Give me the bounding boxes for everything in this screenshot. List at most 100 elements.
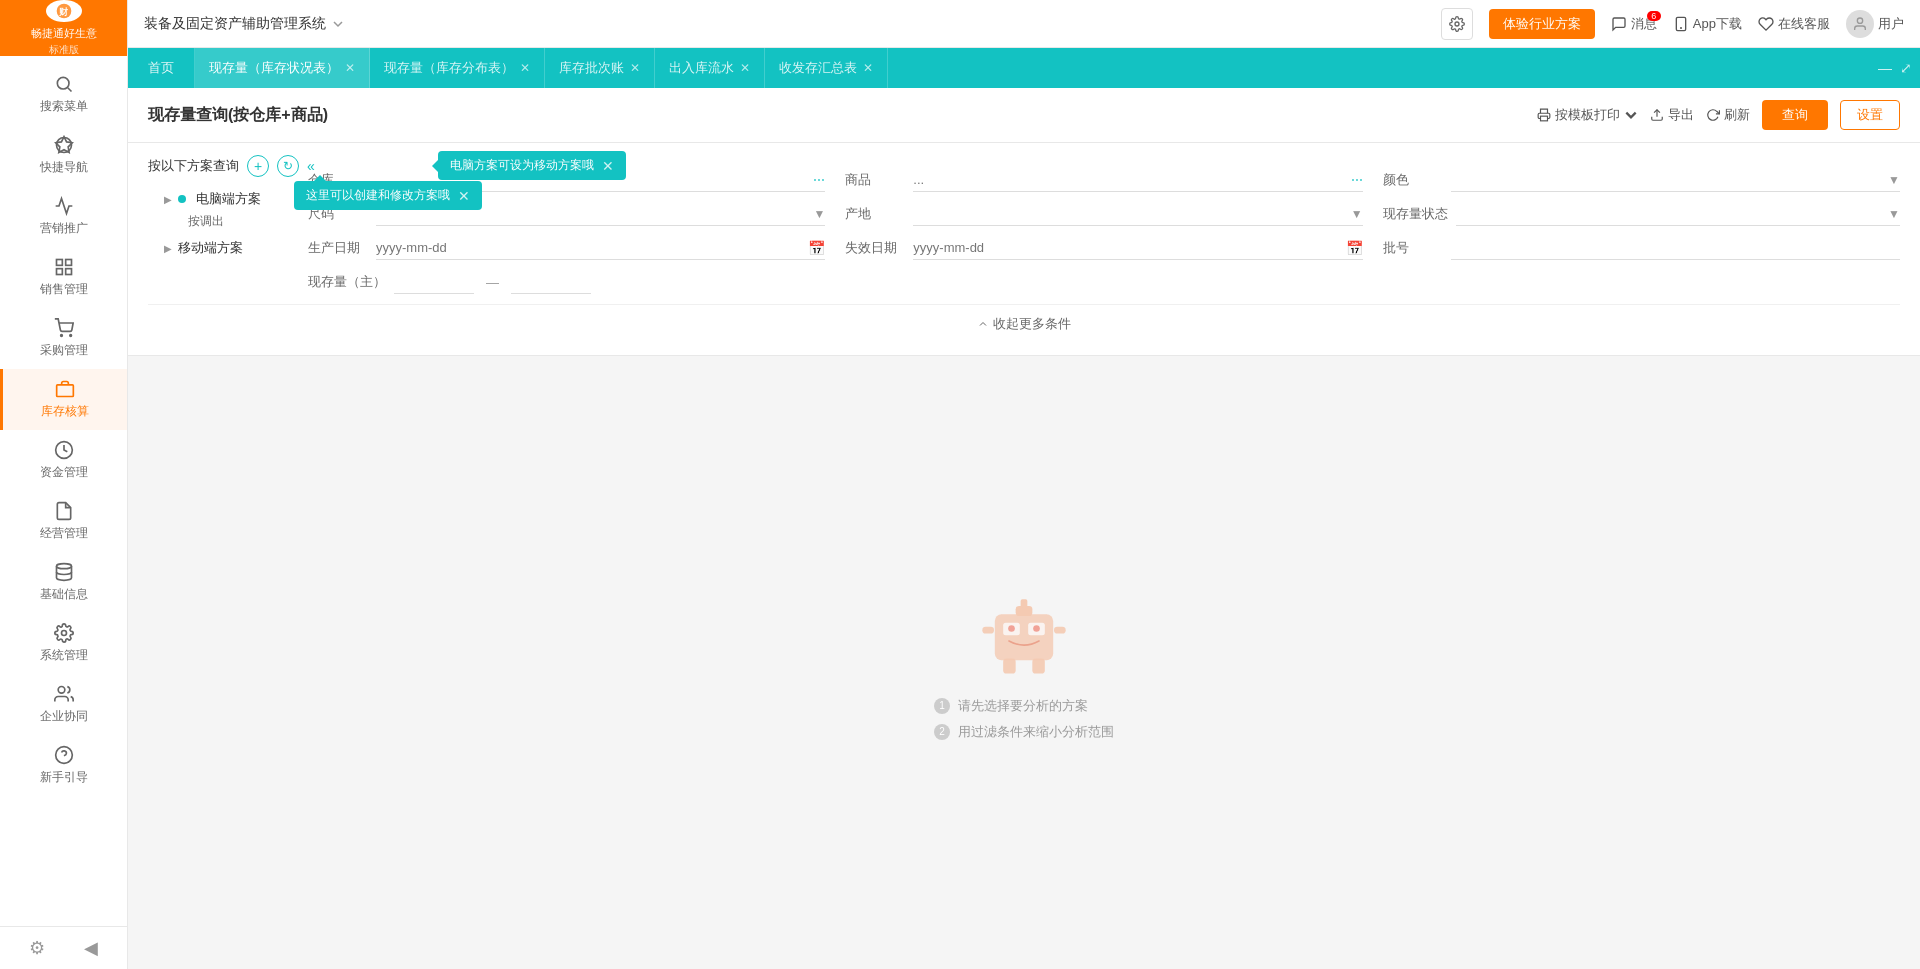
settings-query-button[interactable]: 设置 — [1840, 100, 1900, 130]
tab-home[interactable]: 首页 — [128, 48, 195, 88]
user-avatar — [1846, 10, 1874, 38]
filter-section: 电脑方案可设为移动方案哦 ✕ 这里可以创建和修改方案哦 ✕ 按以下方案查询 + … — [128, 143, 1920, 356]
svg-point-2 — [57, 77, 69, 89]
expand-icon: ▶ — [164, 243, 172, 254]
messages-button[interactable]: 消息 6 — [1611, 15, 1657, 33]
origin-dropdown-icon[interactable]: ▼ — [1351, 207, 1363, 221]
scheme-tooltip-close[interactable]: ✕ — [602, 158, 614, 174]
tab-batch-ledger[interactable]: 库存批次账 ✕ — [545, 48, 655, 88]
svg-rect-7 — [65, 260, 71, 266]
sidebar-item-sales[interactable]: 销售管理 — [0, 247, 127, 308]
produce-date-input[interactable] — [376, 236, 808, 259]
sidebar-item-basic[interactable]: 基础信息 — [0, 552, 127, 613]
page-header: 现存量查询(按仓库+商品) 按模板打印 导出 刷新 查 — [128, 88, 1920, 143]
collapse-icon[interactable]: ◀ — [84, 937, 98, 959]
create-tooltip: 这里可以创建和修改方案哦 ✕ — [294, 181, 482, 210]
sidebar-item-purchase[interactable]: 采购管理 — [0, 308, 127, 369]
settings-button[interactable] — [1441, 8, 1473, 40]
produce-date-input-wrap: 📅 — [376, 236, 825, 260]
settings-icon[interactable]: ⚙ — [29, 937, 45, 959]
app-download-button[interactable]: App下载 — [1673, 15, 1742, 33]
svg-point-14 — [61, 631, 66, 636]
main-content: 装备及固定资产辅助管理系统 体验行业方案 消息 6 App下载 在线客服 — [128, 0, 1920, 969]
batch-field: 批号 — [1383, 236, 1900, 260]
sidebar-item-system[interactable]: 系统管理 — [0, 613, 127, 674]
color-input[interactable] — [1451, 168, 1888, 191]
sidebar-item-nav[interactable]: 快捷导航 — [0, 125, 127, 186]
product-more-icon[interactable]: ⋯ — [1351, 173, 1363, 187]
sidebar-item-finance[interactable]: 资金管理 — [0, 430, 127, 491]
batch-label: 批号 — [1383, 239, 1443, 257]
sidebar-nav: 搜索菜单 快捷导航 营销推广 销售管理 采购管理 库存核算 资金 — [0, 56, 127, 926]
color-input-wrap: ▼ — [1451, 168, 1900, 192]
svg-point-18 — [1455, 22, 1459, 26]
tab-close-batch[interactable]: ✕ — [630, 62, 640, 74]
svg-point-11 — [69, 335, 71, 337]
tab-minimize-icon[interactable]: — — [1878, 60, 1892, 76]
origin-input[interactable] — [913, 202, 1350, 225]
size-dropdown-icon[interactable]: ▼ — [813, 207, 825, 221]
page-actions: 按模板打印 导出 刷新 查询 设置 — [1537, 100, 1900, 130]
tab-close-summary[interactable]: ✕ — [863, 62, 873, 74]
origin-input-wrap: ▼ — [913, 202, 1362, 226]
tab-close-inout[interactable]: ✕ — [740, 62, 750, 74]
filter-grid-row2: 尺码 ▼ 产地 ▼ 现存量状态 — [308, 202, 1900, 226]
produce-date-calendar-icon[interactable]: 📅 — [808, 240, 825, 256]
app-logo: 财 畅捷通好生意 标准版 — [0, 0, 127, 56]
user-menu[interactable]: 用户 — [1846, 10, 1904, 38]
product-input[interactable] — [913, 168, 1350, 191]
origin-label: 产地 — [845, 205, 905, 223]
industry-button[interactable]: 体验行业方案 — [1489, 9, 1595, 39]
stock-status-input[interactable] — [1456, 202, 1888, 225]
tab-maximize-icon[interactable]: ⤢ — [1900, 60, 1912, 76]
batch-input[interactable] — [1451, 236, 1900, 260]
sidebar-item-marketing[interactable]: 营销推广 — [0, 186, 127, 247]
expire-date-calendar-icon[interactable]: 📅 — [1346, 240, 1363, 256]
stock-qty-to-input[interactable] — [511, 270, 591, 294]
sidebar-item-guide[interactable]: 新手引导 — [0, 735, 127, 796]
svg-rect-6 — [56, 260, 62, 266]
page-title: 现存量查询(按仓库+商品) — [148, 105, 328, 126]
tab-summary[interactable]: 收发存汇总表 ✕ — [765, 48, 888, 88]
sidebar-item-enterprise[interactable]: 企业协同 — [0, 674, 127, 735]
messages-badge: 6 — [1647, 11, 1661, 21]
svg-rect-33 — [1003, 658, 1016, 673]
sidebar-item-operations[interactable]: 经营管理 — [0, 491, 127, 552]
stock-status-input-wrap: ▼ — [1456, 202, 1900, 226]
cycle-scheme-button[interactable]: ↻ — [277, 155, 299, 177]
svg-point-13 — [56, 564, 71, 569]
tab-inventory-status[interactable]: 现存量（库存状况表） ✕ — [195, 48, 370, 88]
sidebar-item-inventory[interactable]: 库存核算 — [0, 369, 127, 430]
refresh-button[interactable]: 刷新 — [1706, 106, 1750, 124]
page-content: 现存量查询(按仓库+商品) 按模板打印 导出 刷新 查 — [128, 88, 1920, 969]
more-filters-button[interactable]: 收起更多条件 — [148, 304, 1900, 343]
query-button[interactable]: 查询 — [1762, 100, 1828, 130]
tab-close-inventory-status[interactable]: ✕ — [345, 62, 355, 74]
svg-rect-22 — [1541, 116, 1548, 121]
produce-date-label: 生产日期 — [308, 239, 368, 257]
expire-date-input[interactable] — [913, 236, 1345, 259]
stock-status-dropdown-icon[interactable]: ▼ — [1888, 207, 1900, 221]
warehouse-more-icon[interactable]: ⋯ — [813, 173, 825, 187]
origin-field: 产地 ▼ — [845, 202, 1362, 226]
sidebar-item-search[interactable]: 搜索菜单 — [0, 64, 127, 125]
export-button[interactable]: 导出 — [1650, 106, 1694, 124]
online-support-button[interactable]: 在线客服 — [1758, 15, 1830, 33]
stock-qty-field: 现存量（主） — — [308, 270, 825, 294]
create-tooltip-close[interactable]: ✕ — [458, 188, 470, 204]
page-title-row: 现存量查询(按仓库+商品) 按模板打印 导出 刷新 查 — [148, 100, 1900, 130]
template-print-button[interactable]: 按模板打印 — [1537, 106, 1638, 124]
tab-close-distribution[interactable]: ✕ — [520, 62, 530, 74]
svg-rect-24 — [995, 614, 1053, 660]
tab-inventory-distribution[interactable]: 现存量（库存分布表） ✕ — [370, 48, 545, 88]
tab-inout-flow[interactable]: 出入库流水 ✕ — [655, 48, 765, 88]
tip-number-2: 2 — [934, 724, 950, 740]
stock-qty-label: 现存量（主） — [308, 273, 386, 291]
header-actions: 消息 6 App下载 在线客服 用户 — [1611, 10, 1904, 38]
stock-qty-from-input[interactable] — [394, 270, 474, 294]
filter-grid-row3: 生产日期 📅 失效日期 📅 批号 — [308, 236, 1900, 260]
svg-text:财: 财 — [57, 6, 68, 16]
add-scheme-button[interactable]: + — [247, 155, 269, 177]
tip-item-1: 1 请先选择要分析的方案 — [934, 693, 1114, 719]
color-dropdown-icon[interactable]: ▼ — [1888, 173, 1900, 187]
